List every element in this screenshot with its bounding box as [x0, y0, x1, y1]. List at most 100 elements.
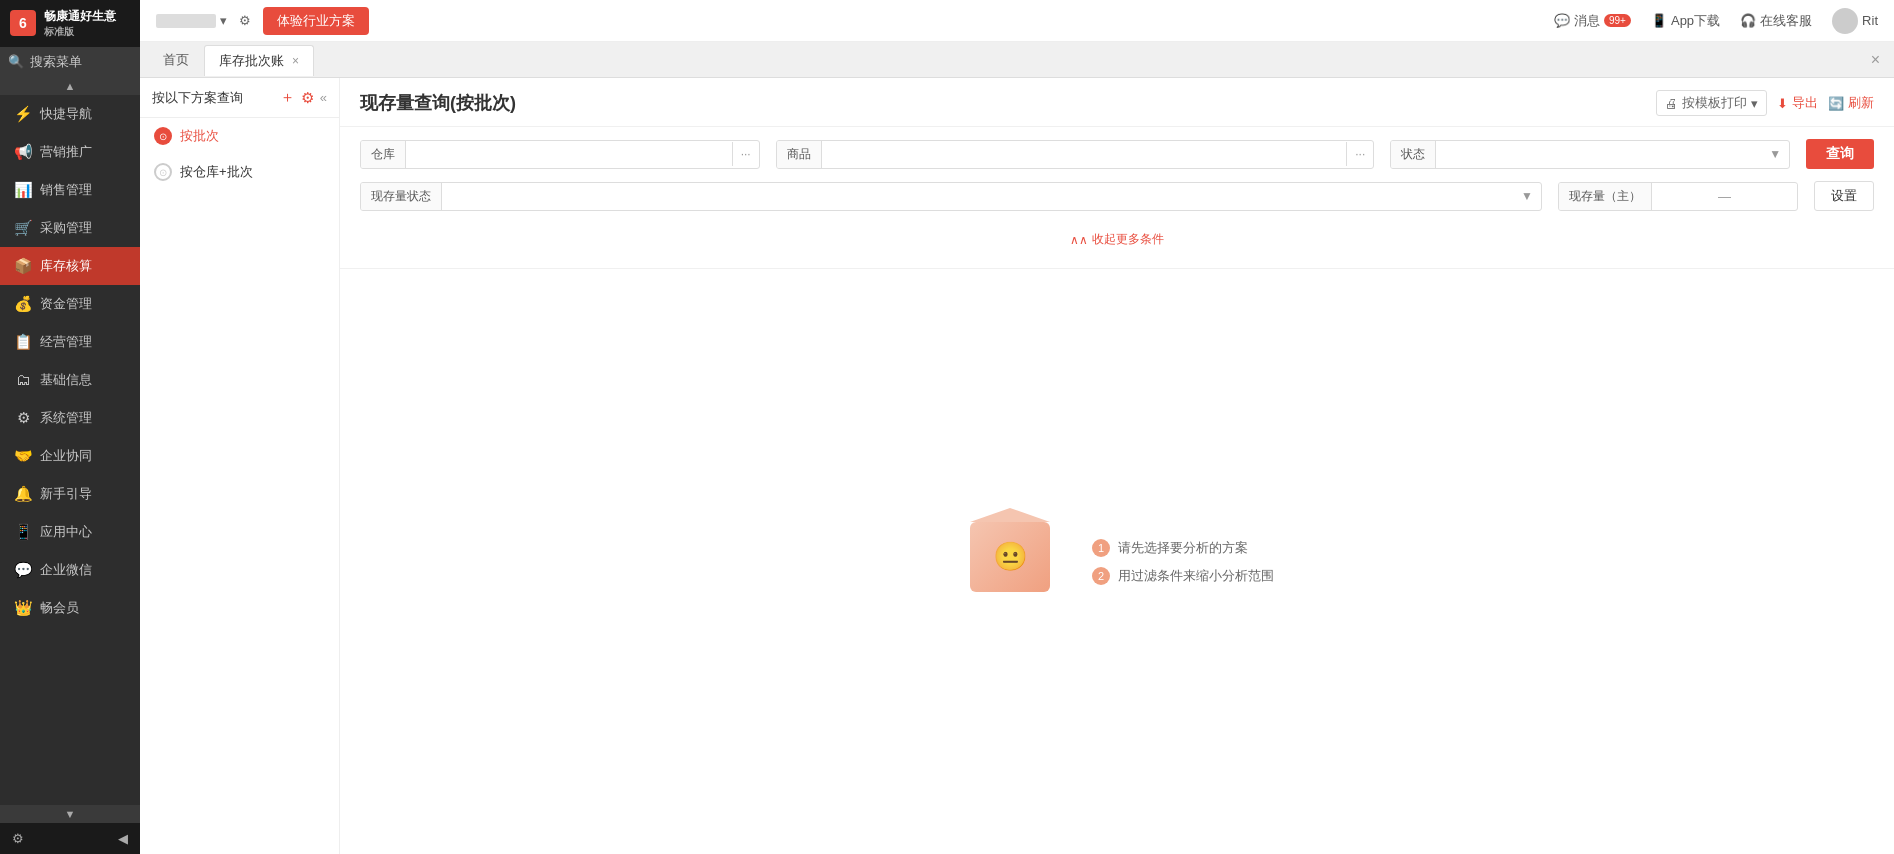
messages-button[interactable]: 💬 消息 99+ — [1554, 12, 1631, 30]
plan-item-by-warehouse-batch[interactable]: ⊙ 按仓库+批次 — [140, 154, 339, 190]
collapse-filter-button[interactable]: ∧∧ 收起更多条件 — [360, 223, 1874, 256]
plan-by-batch-label: 按批次 — [180, 127, 219, 145]
app-logo: 6 — [10, 10, 36, 36]
sidebar-item-member[interactable]: 👑 畅会员 — [0, 589, 140, 627]
sidebar-item-label: 应用中心 — [40, 523, 92, 541]
sidebar-item-label: 营销推广 — [40, 143, 92, 161]
topbar-settings-icon[interactable]: ⚙ — [239, 13, 251, 28]
print-icon: 🖨 — [1665, 96, 1678, 111]
export-button[interactable]: ⬇ 导出 — [1777, 94, 1818, 112]
sidebar-item-enterprise[interactable]: 🤝 企业协同 — [0, 437, 140, 475]
plan-inactive-icon: ⊙ — [154, 163, 172, 181]
status-input[interactable] — [1436, 142, 1761, 166]
quantity-min-input[interactable] — [1652, 184, 1712, 208]
sidebar-collapse-icon[interactable]: ◀ — [118, 831, 128, 846]
messages-badge: 99+ — [1604, 14, 1631, 27]
left-panel-header: 按以下方案查询 ＋ ⚙ « — [140, 78, 339, 118]
product-more-icon[interactable]: ··· — [1346, 142, 1373, 166]
settings-button[interactable]: 设置 — [1814, 181, 1874, 211]
empty-state-icon: 😐 — [960, 512, 1060, 612]
warehouse-filter: 仓库 ··· — [360, 140, 760, 169]
sidebar-item-quick-nav[interactable]: ⚡ 快捷导航 — [0, 95, 140, 133]
plan-settings-icon[interactable]: ⚙ — [301, 89, 314, 107]
sidebar-item-label: 快捷导航 — [40, 105, 92, 123]
content: 按以下方案查询 ＋ ⚙ « ⊙ 按批次 ⊙ 按仓库+批次 现存量查询(按批次) — [140, 78, 1894, 854]
page-title-bar: 现存量查询(按批次) 🖨 按模板打印 ▾ ⬇ 导出 🔄 刷新 — [340, 78, 1894, 127]
user-profile-button[interactable]: Rit — [1832, 8, 1878, 34]
online-service-label: 在线客服 — [1760, 12, 1812, 30]
sidebar-scroll-down[interactable]: ▼ — [0, 805, 140, 823]
tab-inventory-batch[interactable]: 库存批次账 × — [204, 45, 314, 76]
tab-home[interactable]: 首页 — [148, 44, 204, 75]
topbar-dropdown[interactable]: ▾ — [156, 13, 227, 28]
quantity-max-input[interactable] — [1737, 184, 1797, 208]
left-panel: 按以下方案查询 ＋ ⚙ « ⊙ 按批次 ⊙ 按仓库+批次 — [140, 78, 340, 854]
tab-inventory-batch-label: 库存批次账 — [219, 52, 284, 70]
basic-icon: 🗂 — [14, 371, 32, 389]
messages-label: 消息 — [1574, 12, 1600, 30]
warehouse-label: 仓库 — [361, 141, 406, 168]
hint-text-1: 请先选择要分析的方案 — [1118, 539, 1248, 557]
marketing-icon: 📢 — [14, 143, 32, 161]
empty-hints: 1 请先选择要分析的方案 2 用过滤条件来缩小分析范围 — [1092, 539, 1274, 585]
sidebar-item-newbie[interactable]: 🔔 新手引导 — [0, 475, 140, 513]
sidebar-scroll-up[interactable]: ▲ — [0, 77, 140, 95]
warehouse-more-icon[interactable]: ··· — [732, 142, 759, 166]
search-menu[interactable]: 🔍 搜索菜单 — [0, 47, 140, 77]
stock-status-input[interactable] — [442, 184, 1513, 208]
tabbar-close-button[interactable]: × — [1865, 51, 1886, 69]
print-dropdown-icon[interactable]: ▾ — [1751, 96, 1758, 111]
sidebar-item-label: 基础信息 — [40, 371, 92, 389]
stock-status-dropdown-icon[interactable]: ▼ — [1513, 184, 1541, 208]
sidebar-item-marketing[interactable]: 📢 营销推广 — [0, 133, 140, 171]
collapse-panel-icon[interactable]: « — [320, 90, 327, 105]
refresh-button[interactable]: 🔄 刷新 — [1828, 94, 1874, 112]
sidebar-item-finance[interactable]: 💰 资金管理 — [0, 285, 140, 323]
sidebar-item-label: 资金管理 — [40, 295, 92, 313]
tab-close-icon[interactable]: × — [292, 54, 299, 68]
sidebar-item-basic[interactable]: 🗂 基础信息 — [0, 361, 140, 399]
warehouse-input[interactable] — [406, 142, 732, 166]
purchase-icon: 🛒 — [14, 219, 32, 237]
operation-icon: 📋 — [14, 333, 32, 351]
sidebar-item-app-center[interactable]: 📱 应用中心 — [0, 513, 140, 551]
query-button[interactable]: 查询 — [1806, 139, 1874, 169]
plan-by-warehouse-batch-label: 按仓库+批次 — [180, 163, 253, 181]
sidebar-item-enterprise-wechat[interactable]: 💬 企业微信 — [0, 551, 140, 589]
industry-solution-button[interactable]: 体验行业方案 — [263, 7, 369, 35]
refresh-label: 刷新 — [1848, 94, 1874, 112]
sidebar-item-label: 库存核算 — [40, 257, 92, 275]
sidebar-nav: ⚡ 快捷导航 📢 营销推广 📊 销售管理 🛒 采购管理 📦 库存核算 💰 资金管… — [0, 95, 140, 805]
sidebar-item-sales[interactable]: 📊 销售管理 — [0, 171, 140, 209]
print-label: 按模板打印 — [1682, 94, 1747, 112]
export-label: 导出 — [1792, 94, 1818, 112]
sidebar-item-label: 经营管理 — [40, 333, 92, 351]
sidebar-header: 6 畅康通好生意 标准版 — [0, 0, 140, 47]
stock-status-label: 现存量状态 — [361, 183, 442, 210]
print-button[interactable]: 🖨 按模板打印 ▾ — [1656, 90, 1767, 116]
hint-text-2: 用过滤条件来缩小分析范围 — [1118, 567, 1274, 585]
sales-icon: 📊 — [14, 181, 32, 199]
plan-item-by-batch[interactable]: ⊙ 按批次 — [140, 118, 339, 154]
sidebar-item-label: 采购管理 — [40, 219, 92, 237]
status-dropdown-icon[interactable]: ▼ — [1761, 142, 1789, 166]
app-download-button[interactable]: 📱 App下载 — [1651, 12, 1720, 30]
sidebar-item-purchase[interactable]: 🛒 采购管理 — [0, 209, 140, 247]
topbar-left: ▾ ⚙ 体验行业方案 — [156, 7, 369, 35]
newbie-icon: 🔔 — [14, 485, 32, 503]
product-input[interactable] — [822, 142, 1347, 166]
sidebar-item-system[interactable]: ⚙ 系统管理 — [0, 399, 140, 437]
online-service-button[interactable]: 🎧 在线客服 — [1740, 12, 1812, 30]
add-plan-icon[interactable]: ＋ — [280, 88, 295, 107]
chevron-down-icon: ▾ — [220, 13, 227, 28]
filter-area: 仓库 ··· 商品 ··· 状态 ▼ 查询 — [340, 127, 1894, 269]
topbar: ▾ ⚙ 体验行业方案 💬 消息 99+ 📱 App下载 🎧 在线客服 Rit — [140, 0, 1894, 42]
avatar — [1832, 8, 1858, 34]
sidebar-settings-icon[interactable]: ⚙ — [12, 831, 24, 846]
tab-home-label: 首页 — [163, 51, 189, 69]
sidebar-item-operation[interactable]: 📋 经营管理 — [0, 323, 140, 361]
sidebar: 6 畅康通好生意 标准版 🔍 搜索菜单 ▲ ⚡ 快捷导航 📢 营销推广 📊 销售… — [0, 0, 140, 854]
sidebar-item-inventory[interactable]: 📦 库存核算 — [0, 247, 140, 285]
inventory-icon: 📦 — [14, 257, 32, 275]
sidebar-item-label: 销售管理 — [40, 181, 92, 199]
